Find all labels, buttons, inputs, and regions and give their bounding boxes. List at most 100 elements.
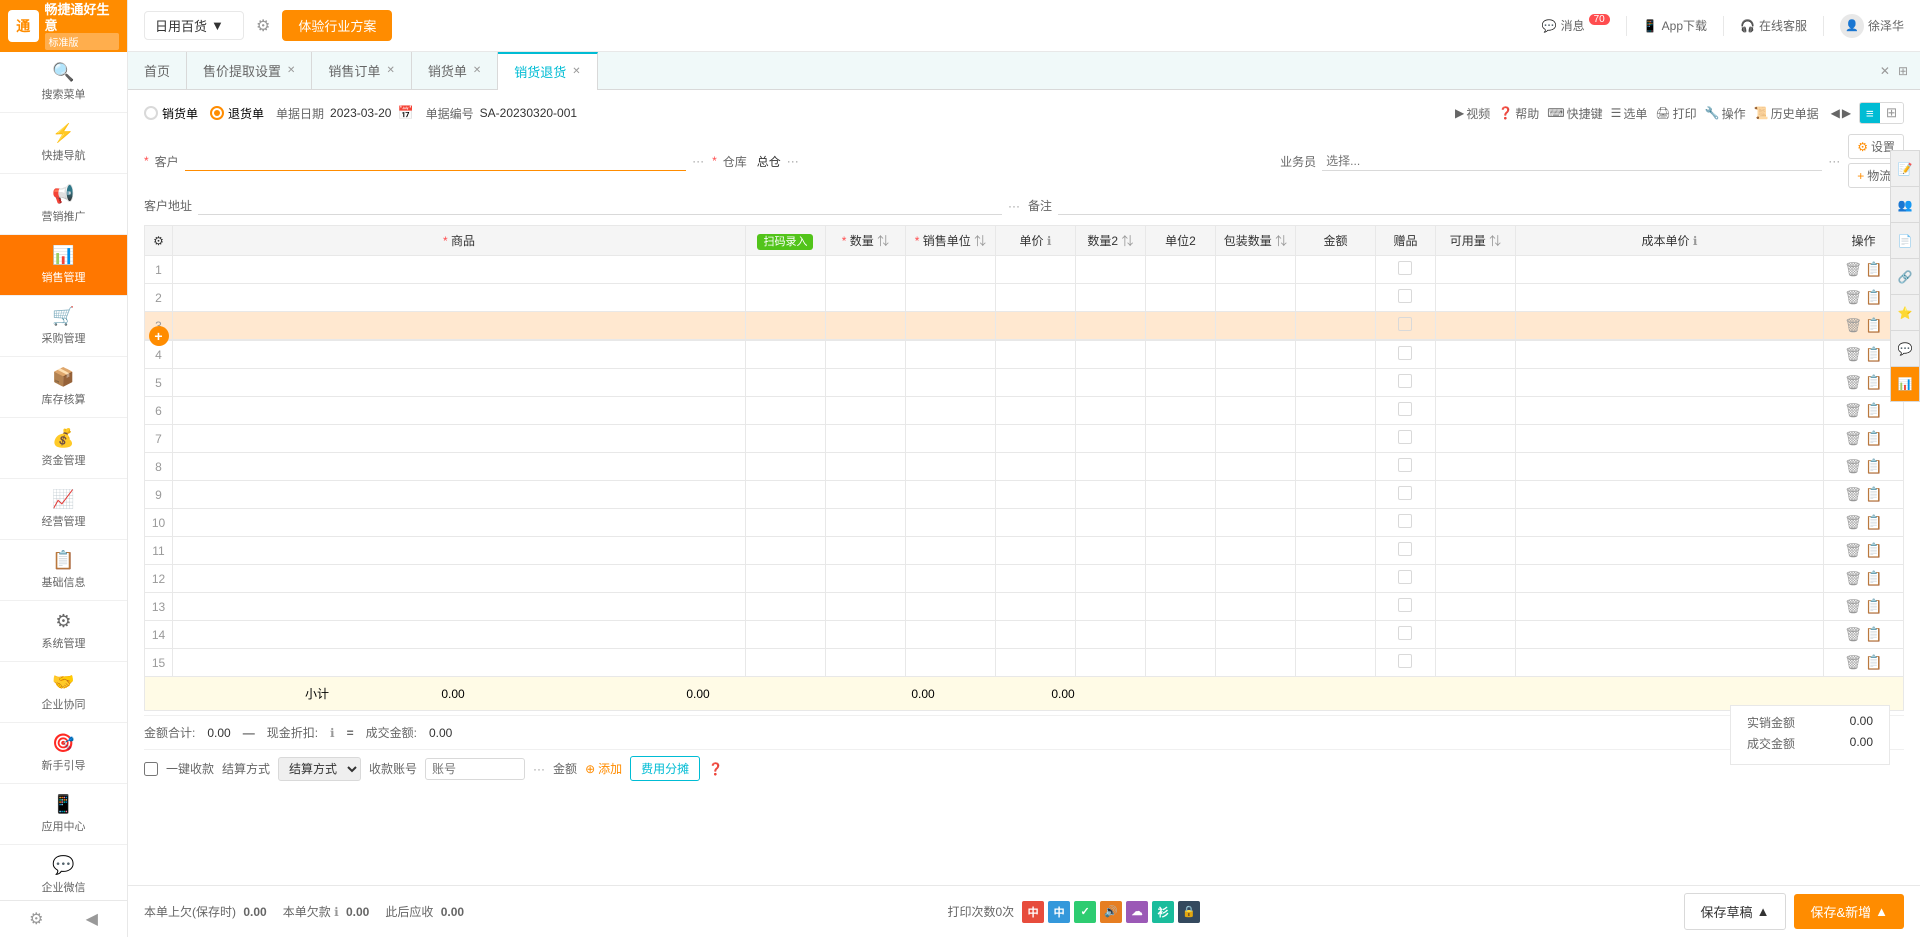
product-cell-12[interactable] — [173, 565, 746, 593]
gift-cell-2[interactable] — [1375, 284, 1435, 312]
sw-icon-1[interactable]: 中 — [1022, 901, 1044, 923]
sort-icon-unit[interactable]: ⇅ — [974, 234, 986, 248]
unit-cell-12[interactable] — [905, 565, 995, 593]
delete-btn-4[interactable]: 🗑 — [1844, 346, 1862, 362]
gift-checkbox-12[interactable] — [1398, 570, 1412, 584]
tab-price-settings[interactable]: 售价提取设置 ✕ — [187, 52, 312, 90]
unit-cell-6[interactable] — [905, 397, 995, 425]
sidebar-item-basic-info[interactable]: 📋 基础信息 — [0, 540, 127, 601]
copy-btn-2[interactable]: 📋 — [1865, 289, 1882, 305]
copy-btn-15[interactable]: 📋 — [1865, 654, 1882, 670]
copy-btn-5[interactable]: 📋 — [1865, 374, 1882, 390]
available-cell-12[interactable] — [1435, 565, 1515, 593]
available-cell-15[interactable] — [1435, 649, 1515, 677]
pack-cell-7[interactable] — [1215, 425, 1295, 453]
copy-btn-3[interactable]: 📋 — [1865, 317, 1882, 333]
user-btn[interactable]: 👤 徐泽华 — [1840, 14, 1904, 38]
gift-cell-14[interactable] — [1375, 621, 1435, 649]
delete-btn-10[interactable]: 🗑 — [1844, 514, 1862, 530]
product-cell-2[interactable] — [173, 284, 746, 312]
shortcut-btn[interactable]: ⌨ 快捷键 — [1547, 105, 1602, 122]
edge-btn-5[interactable]: ⭐ — [1890, 294, 1920, 330]
price-cell-12[interactable] — [995, 565, 1075, 593]
customer-input[interactable] — [185, 152, 686, 171]
cost-cell-1[interactable] — [1515, 256, 1823, 284]
cost-cell-5[interactable] — [1515, 369, 1823, 397]
sort-icon-pack[interactable]: ⇅ — [1275, 234, 1287, 248]
delete-btn-13[interactable]: 🗑 — [1844, 598, 1862, 614]
save-new-btn[interactable]: 保存&新增 ▲ — [1794, 894, 1904, 929]
copy-btn-8[interactable]: 📋 — [1865, 458, 1882, 474]
gift-checkbox-1[interactable] — [1398, 261, 1412, 275]
qty-cell-8[interactable] — [825, 453, 905, 481]
product-cell-10[interactable] — [173, 509, 746, 537]
sidebar-collapse-btn[interactable]: ◀ — [86, 909, 98, 929]
cost-cell-14[interactable] — [1515, 621, 1823, 649]
qty-cell-7[interactable] — [825, 425, 905, 453]
split-help-icon[interactable]: ❓ — [708, 762, 723, 776]
customer-select-btn[interactable]: ··· — [692, 154, 704, 168]
gift-checkbox-7[interactable] — [1398, 430, 1412, 444]
edge-btn-6[interactable]: 💬 — [1890, 330, 1920, 366]
available-cell-7[interactable] — [1435, 425, 1515, 453]
gift-cell-5[interactable] — [1375, 369, 1435, 397]
gift-checkbox-2[interactable] — [1398, 289, 1412, 303]
price-cell-1[interactable] — [995, 256, 1075, 284]
available-cell-1[interactable] — [1435, 256, 1515, 284]
unit-cell-11[interactable] — [905, 537, 995, 565]
qty2-cell-14[interactable] — [1075, 621, 1145, 649]
unit-cell-14[interactable] — [905, 621, 995, 649]
topbar-settings-icon[interactable]: ⚙ — [256, 16, 270, 36]
tab-close-order[interactable]: ✕ — [386, 65, 394, 76]
sidebar-item-wechat[interactable]: 💬 企业微信 — [0, 845, 127, 900]
unit-cell-9[interactable] — [905, 481, 995, 509]
staff-select-btn[interactable]: ··· — [1828, 154, 1840, 168]
edge-btn-7[interactable]: 📊 — [1890, 366, 1920, 402]
gift-checkbox-6[interactable] — [1398, 402, 1412, 416]
radio-sale[interactable]: 销货单 — [144, 105, 198, 122]
product-cell-6[interactable] — [173, 397, 746, 425]
price-cell-11[interactable] — [995, 537, 1075, 565]
qty2-cell-12[interactable] — [1075, 565, 1145, 593]
product-cell-7[interactable] — [173, 425, 746, 453]
amount-cell-4[interactable] — [1295, 341, 1375, 369]
cost-cell-2[interactable] — [1515, 284, 1823, 312]
cost-cell-6[interactable] — [1515, 397, 1823, 425]
amount-cell-2[interactable] — [1295, 284, 1375, 312]
amount-cell-9[interactable] — [1295, 481, 1375, 509]
amount-cell-8[interactable] — [1295, 453, 1375, 481]
price-cell-14[interactable] — [995, 621, 1075, 649]
unit2-cell-11[interactable] — [1145, 537, 1215, 565]
qty2-cell-15[interactable] — [1075, 649, 1145, 677]
sidebar-item-guide[interactable]: 🎯 新手引导 — [0, 723, 127, 784]
delete-btn-11[interactable]: 🗑 — [1844, 542, 1862, 558]
tab-close-return[interactable]: ✕ — [572, 66, 580, 77]
add-row-btn[interactable]: + — [149, 326, 169, 346]
gift-cell-15[interactable] — [1375, 649, 1435, 677]
address-select-btn[interactable]: ··· — [1008, 199, 1020, 213]
amount-cell-7[interactable] — [1295, 425, 1375, 453]
unit2-cell-12[interactable] — [1145, 565, 1215, 593]
gift-cell-11[interactable] — [1375, 537, 1435, 565]
copy-btn-7[interactable]: 📋 — [1865, 430, 1882, 446]
gift-checkbox-9[interactable] — [1398, 486, 1412, 500]
pack-cell-11[interactable] — [1215, 537, 1295, 565]
edge-btn-1[interactable]: 📝 — [1890, 150, 1920, 186]
copy-btn-4[interactable]: 📋 — [1865, 346, 1882, 362]
copy-btn-11[interactable]: 📋 — [1865, 542, 1882, 558]
calendar-icon[interactable]: 📅 — [397, 105, 413, 121]
sw-icon-7[interactable]: 🔒 — [1178, 901, 1200, 923]
unit-cell-5[interactable] — [905, 369, 995, 397]
staff-input[interactable] — [1322, 152, 1822, 171]
method-select[interactable]: 结算方式 — [278, 757, 361, 781]
account-input[interactable] — [425, 758, 525, 780]
pack-cell-8[interactable] — [1215, 453, 1295, 481]
gift-checkbox-15[interactable] — [1398, 654, 1412, 668]
app-download-btn[interactable]: 📱 App下载 — [1643, 17, 1707, 34]
price-cell-15[interactable] — [995, 649, 1075, 677]
copy-btn-13[interactable]: 📋 — [1865, 598, 1882, 614]
gift-checkbox-11[interactable] — [1398, 542, 1412, 556]
delete-btn-15[interactable]: 🗑 — [1844, 654, 1862, 670]
available-cell-10[interactable] — [1435, 509, 1515, 537]
operate-btn[interactable]: 🔧 操作 — [1705, 105, 1746, 122]
